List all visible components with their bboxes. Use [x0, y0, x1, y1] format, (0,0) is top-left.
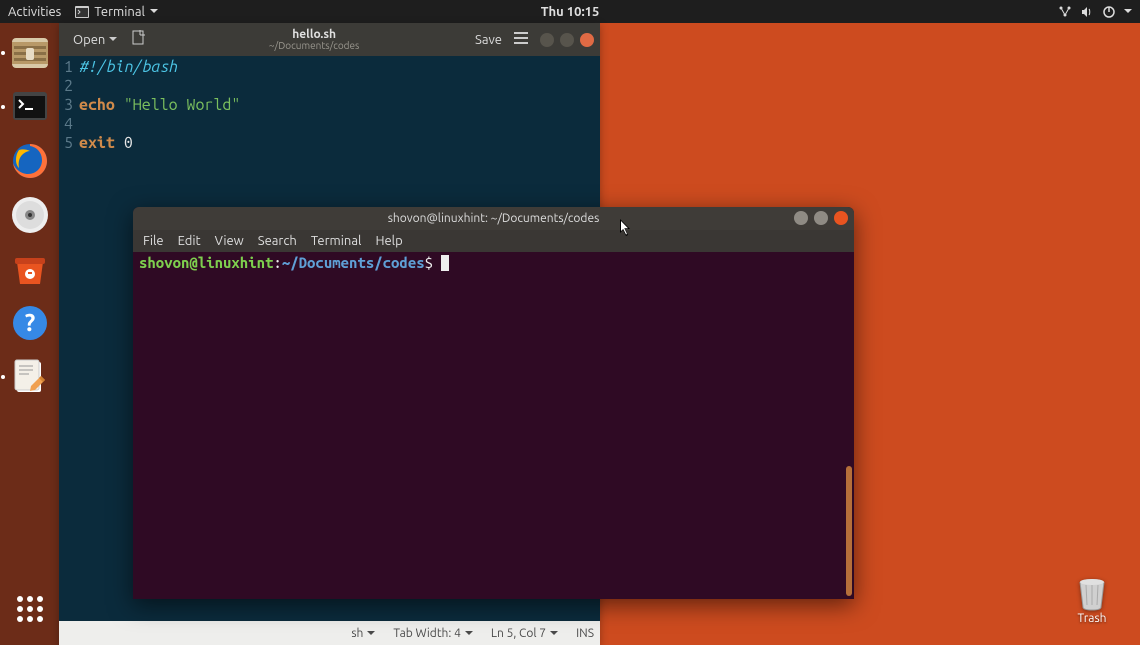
menu-help[interactable]: Help [375, 234, 402, 248]
terminal-window: shovon@linuxhint: ~/Documents/codes File… [133, 207, 854, 599]
desktop-trash[interactable]: Trash [1072, 572, 1112, 625]
apps-button[interactable] [6, 585, 54, 633]
terminal-title: shovon@linuxhint: ~/Documents/codes [388, 212, 600, 225]
launcher-item-software[interactable] [6, 245, 54, 293]
new-tab-button[interactable] [125, 26, 153, 53]
chevron-down-icon [465, 631, 473, 636]
language-selector[interactable]: sh [351, 627, 375, 640]
launcher-item-terminal[interactable] [6, 83, 54, 131]
trash-label: Trash [1077, 612, 1106, 625]
minimize-button[interactable] [794, 211, 808, 225]
tab-width-selector[interactable]: Tab Width: 4 [393, 627, 472, 640]
line-gutter: 1 2 3 4 5 [59, 56, 75, 621]
hamburger-menu[interactable] [508, 32, 534, 47]
cursor [441, 255, 449, 271]
maximize-button[interactable] [814, 211, 828, 225]
volume-icon[interactable] [1080, 5, 1094, 19]
gedit-headerbar: Open hello.sh ~/Documents/codes Save [59, 23, 600, 56]
hamburger-icon [514, 32, 528, 44]
terminal-body[interactable]: shovon@linuxhint:~/Documents/codes$ [133, 252, 854, 599]
close-button[interactable] [580, 33, 594, 47]
app-menu[interactable]: Terminal [75, 5, 158, 19]
terminal-titlebar[interactable]: shovon@linuxhint: ~/Documents/codes [133, 207, 854, 230]
close-button[interactable] [834, 211, 848, 225]
menu-view[interactable]: View [215, 234, 244, 248]
terminal-icon [9, 86, 51, 128]
chevron-down-icon [1124, 9, 1132, 14]
filename-label: hello.sh [153, 29, 475, 41]
insert-mode[interactable]: INS [576, 627, 594, 640]
launcher-item-files[interactable] [6, 29, 54, 77]
maximize-button[interactable] [560, 33, 574, 47]
terminal-menubar: File Edit View Search Terminal Help [133, 230, 854, 252]
gedit-statusbar: sh Tab Width: 4 Ln 5, Col 7 INS [59, 621, 600, 645]
launcher-item-firefox[interactable] [6, 137, 54, 185]
gedit-title: hello.sh ~/Documents/codes [153, 29, 475, 51]
chevron-down-icon [109, 37, 117, 42]
rhythmbox-icon [9, 194, 51, 236]
menu-edit[interactable]: Edit [178, 234, 201, 248]
launcher-item-rhythmbox[interactable] [6, 191, 54, 239]
help-icon: ? [9, 302, 51, 344]
scrollbar[interactable] [846, 466, 852, 596]
network-icon[interactable] [1058, 5, 1072, 19]
minimize-button[interactable] [540, 33, 554, 47]
menu-search[interactable]: Search [258, 234, 297, 248]
launcher: ? [0, 23, 59, 645]
save-button[interactable]: Save [475, 33, 502, 47]
apps-grid-icon [17, 596, 43, 622]
new-document-icon [131, 30, 147, 46]
chevron-down-icon [150, 9, 158, 14]
terminal-menu-icon [75, 6, 89, 18]
chevron-down-icon [550, 631, 558, 636]
chevron-down-icon [367, 631, 375, 636]
menu-file[interactable]: File [143, 234, 164, 248]
launcher-item-help[interactable]: ? [6, 299, 54, 347]
text-editor-icon [9, 356, 51, 398]
launcher-item-text-editor[interactable] [6, 353, 54, 401]
cursor-position[interactable]: Ln 5, Col 7 [491, 627, 558, 640]
activities-button[interactable]: Activities [8, 5, 61, 19]
files-icon [9, 32, 51, 74]
menu-terminal[interactable]: Terminal [311, 234, 362, 248]
firefox-icon [9, 140, 51, 182]
svg-text:?: ? [24, 309, 35, 336]
trash-icon [1072, 572, 1112, 612]
clock[interactable]: Thu 10:15 [541, 5, 600, 19]
power-icon[interactable] [1102, 5, 1116, 19]
open-button[interactable]: Open [65, 29, 125, 51]
top-bar: Activities Terminal Thu 10:15 [0, 0, 1140, 23]
software-icon [9, 248, 51, 290]
filepath-label: ~/Documents/codes [153, 41, 475, 51]
